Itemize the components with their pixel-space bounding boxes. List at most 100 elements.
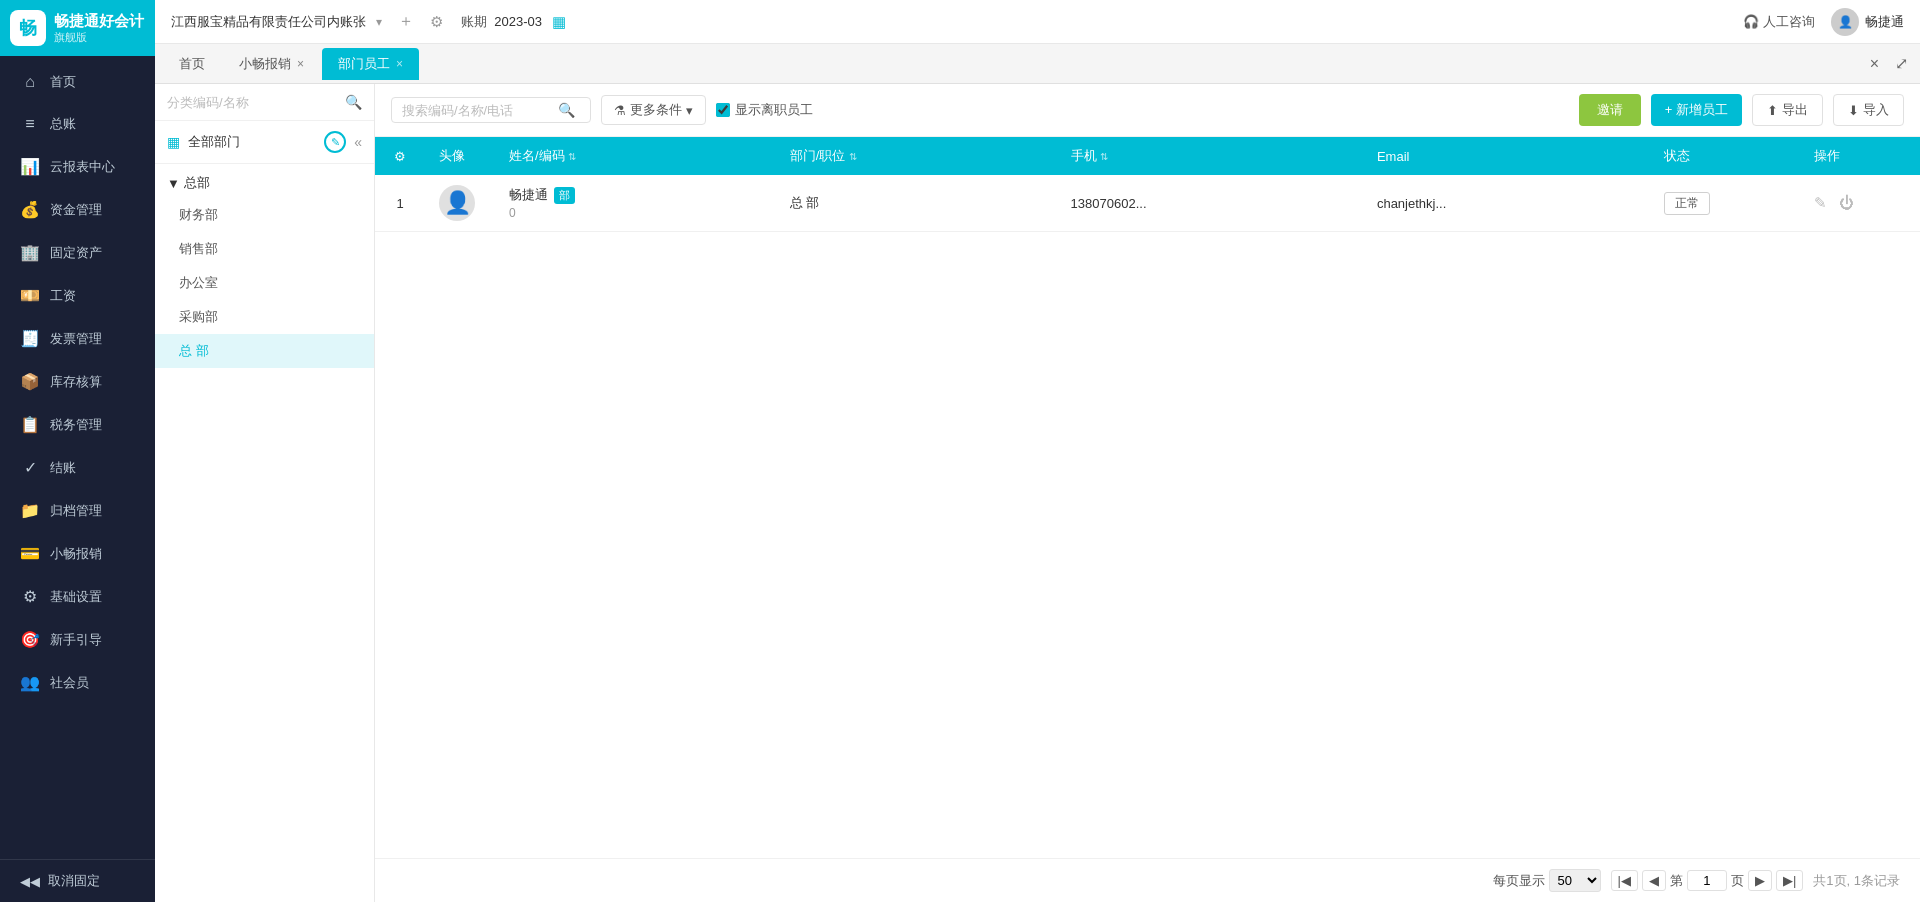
topbar-right: 🎧 人工咨询 👤 畅捷通 — [1743, 8, 1904, 36]
add-employee-label: + 新增员工 — [1665, 101, 1728, 119]
pagination: 每页显示 10 20 50 100 |◀ ◀ 第 页 ▶ ▶| — [375, 858, 1920, 902]
per-page-select[interactable]: 10 20 50 100 — [1549, 869, 1601, 892]
sidebar-label-salary: 工资 — [50, 287, 76, 305]
sidebar-item-guide[interactable]: 🎯 新手引导 — [0, 618, 155, 661]
col-settings[interactable]: ⚙ — [375, 137, 425, 175]
exit-action-icon[interactable]: ⏻ — [1839, 194, 1854, 212]
company-dropdown-icon[interactable]: ▾ — [376, 15, 382, 29]
dept-collapse-icon[interactable]: « — [354, 134, 362, 150]
edit-action-icon[interactable]: ✎ — [1814, 194, 1827, 212]
export-icon: ⬆ — [1767, 103, 1778, 118]
archive-icon: 📁 — [20, 501, 40, 520]
sidebar-logo: 畅 畅捷通好会计 旗舰版 — [0, 0, 155, 56]
import-button[interactable]: ⬇ 导入 — [1833, 94, 1904, 126]
period-label: 账期 2023-03 — [461, 13, 542, 31]
col-actions: 操作 — [1800, 137, 1920, 175]
tab-dept-close[interactable]: × — [396, 57, 403, 71]
sidebar-item-reports[interactable]: 📊 云报表中心 — [0, 145, 155, 188]
service-button[interactable]: 🎧 人工咨询 — [1743, 13, 1815, 31]
export-button[interactable]: ⬆ 导出 — [1752, 94, 1823, 126]
employee-panel: 🔍 ⚗ 更多条件 ▾ 显示离职员工 邀请 + 新增员工 — [375, 84, 1920, 902]
sidebar-nav: ⌂ 首页 ≡ 总账 📊 云报表中心 💰 资金管理 🏢 固定资产 💴 工资 🧾 发… — [0, 56, 155, 859]
sidebar-item-expense[interactable]: 💳 小畅报销 — [0, 532, 155, 575]
tab-bar: 首页 小畅报销 × 部门员工 × × ⤢ — [155, 44, 1920, 84]
next-page-button[interactable]: ▶ — [1748, 870, 1772, 891]
row-phone: 138070602... — [1057, 175, 1363, 232]
dept-search-icon[interactable]: 🔍 — [345, 94, 362, 110]
avatar: 👤 — [439, 185, 475, 221]
sidebar-item-funds[interactable]: 💰 资金管理 — [0, 188, 155, 231]
settings-gear-icon[interactable]: ⚙ — [430, 13, 443, 31]
sidebar-label-guide: 新手引导 — [50, 631, 102, 649]
calendar-icon[interactable]: ▦ — [552, 13, 566, 31]
sidebar-item-invoice[interactable]: 🧾 发票管理 — [0, 317, 155, 360]
app-sub: 旗舰版 — [54, 30, 144, 45]
sidebar-item-home[interactable]: ⌂ 首页 — [0, 61, 155, 103]
sidebar: 畅 畅捷通好会计 旗舰版 ⌂ 首页 ≡ 总账 📊 云报表中心 💰 资金管理 🏢 … — [0, 0, 155, 902]
employee-search-input[interactable] — [402, 103, 552, 118]
per-page-label: 每页显示 — [1493, 872, 1545, 890]
pin-icon: ◀◀ — [20, 874, 40, 889]
sidebar-item-archive[interactable]: 📁 归档管理 — [0, 489, 155, 532]
headset-icon: 🎧 — [1743, 14, 1759, 29]
tab-expense-close[interactable]: × — [297, 57, 304, 71]
reports-icon: 📊 — [20, 157, 40, 176]
invoice-icon: 🧾 — [20, 329, 40, 348]
employee-toolbar: 🔍 ⚗ 更多条件 ▾ 显示离职员工 邀请 + 新增员工 — [375, 84, 1920, 137]
add-employee-button[interactable]: + 新增员工 — [1651, 94, 1742, 126]
col-phone[interactable]: 手机 ⇅ — [1057, 137, 1363, 175]
close-tab-button[interactable]: × — [1866, 50, 1883, 77]
dept-sort-icon: ⇅ — [849, 151, 857, 162]
sidebar-item-tax[interactable]: 📋 税务管理 — [0, 403, 155, 446]
page-input[interactable] — [1687, 870, 1727, 891]
dept-search-input[interactable] — [167, 95, 339, 110]
toolbar-right: 邀请 + 新增员工 ⬆ 导出 ⬇ 导入 — [1579, 94, 1904, 126]
dept-item-purchase[interactable]: 采购部 — [155, 300, 374, 334]
tab-dept[interactable]: 部门员工 × — [322, 48, 419, 80]
dept-badge: 部 — [554, 187, 575, 204]
sidebar-pin-toggle[interactable]: ◀◀ 取消固定 — [0, 859, 155, 902]
col-name[interactable]: 姓名/编码 ⇅ — [495, 137, 776, 175]
sidebar-label-archive: 归档管理 — [50, 502, 102, 520]
sidebar-item-inventory[interactable]: 📦 库存核算 — [0, 360, 155, 403]
employee-search-icon[interactable]: 🔍 — [558, 102, 575, 118]
maximize-tab-button[interactable]: ⤢ — [1891, 50, 1912, 77]
col-dept[interactable]: 部门/职位 ⇅ — [776, 137, 1057, 175]
employee-code: 0 — [509, 206, 762, 220]
employee-table-wrap: ⚙ 头像 姓名/编码 ⇅ 部门/职位 ⇅ — [375, 137, 1920, 858]
expense-icon: 💳 — [20, 544, 40, 563]
dept-item-finance[interactable]: 财务部 — [155, 198, 374, 232]
col-avatar: 头像 — [425, 137, 495, 175]
sidebar-item-salary[interactable]: 💴 工资 — [0, 274, 155, 317]
avatar-icon: 👤 — [444, 190, 471, 216]
sidebar-item-more[interactable]: 👥 社会员 — [0, 661, 155, 704]
tab-dept-label: 部门员工 — [338, 55, 390, 73]
sidebar-item-fixed[interactable]: 🏢 固定资产 — [0, 231, 155, 274]
sidebar-item-checkout[interactable]: ✓ 结账 — [0, 446, 155, 489]
show-resigned-checkbox[interactable] — [716, 103, 730, 117]
prev-page-button[interactable]: ◀ — [1642, 870, 1666, 891]
employee-search-box: 🔍 — [391, 97, 591, 123]
first-page-button[interactable]: |◀ — [1611, 870, 1638, 891]
dept-item-office[interactable]: 办公室 — [155, 266, 374, 300]
dept-group-head[interactable]: ▼ 总部 — [155, 168, 374, 198]
invite-button[interactable]: 邀请 — [1579, 94, 1641, 126]
dept-office-label: 办公室 — [179, 274, 218, 292]
show-resigned-label[interactable]: 显示离职员工 — [716, 101, 813, 119]
sidebar-item-settings[interactable]: ⚙ 基础设置 — [0, 575, 155, 618]
dept-item-sales[interactable]: 销售部 — [155, 232, 374, 266]
company-name: 江西服宝精品有限责任公司内账张 — [171, 13, 366, 31]
tab-expense[interactable]: 小畅报销 × — [223, 48, 320, 80]
last-page-button[interactable]: ▶| — [1776, 870, 1803, 891]
user-menu[interactable]: 👤 畅捷通 — [1831, 8, 1904, 36]
filter-button[interactable]: ⚗ 更多条件 ▾ — [601, 95, 706, 125]
sidebar-item-ledger[interactable]: ≡ 总账 — [0, 103, 155, 145]
dept-edit-button[interactable]: ✎ — [324, 131, 346, 153]
employee-name-text: 畅捷通 — [509, 186, 548, 204]
dept-item-head[interactable]: 总 部 — [155, 334, 374, 368]
tax-icon: 📋 — [20, 415, 40, 434]
tab-home[interactable]: 首页 — [163, 48, 221, 80]
add-tab-button[interactable]: ＋ — [392, 11, 420, 32]
page-navigation: |◀ ◀ 第 页 ▶ ▶| — [1611, 870, 1804, 891]
show-resigned-text: 显示离职员工 — [735, 101, 813, 119]
